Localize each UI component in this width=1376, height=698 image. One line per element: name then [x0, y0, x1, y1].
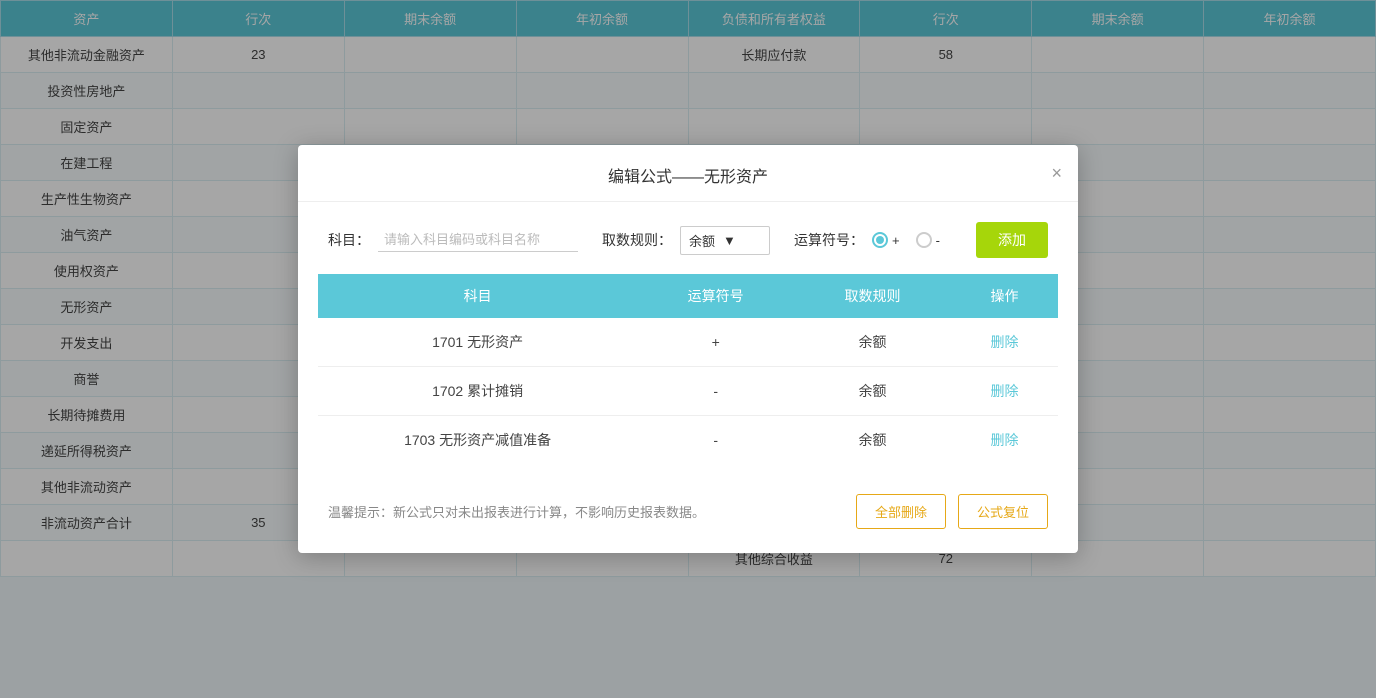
table-row: 1703 无形资产减值准备-余额 删除: [318, 416, 1058, 465]
delete-all-button[interactable]: 全部删除: [856, 494, 946, 529]
modal-overlay: 编辑公式——无形资产 × 科目： 取数规则： 余额 ▼ 运算符号：: [0, 0, 1376, 698]
formula-table: 科目运算符号取数规则操作 1701 无形资产+余额删除1702 累计摊销-余额删…: [318, 274, 1058, 464]
formula-operator: +: [637, 318, 794, 367]
operator-minus-radio[interactable]: -: [916, 232, 940, 248]
formula-subject: 1703 无形资产减值准备: [318, 416, 637, 465]
chevron-down-icon: ▼: [723, 233, 736, 248]
formula-rule: 余额: [794, 416, 951, 465]
formula-operator: -: [637, 416, 794, 465]
rule-group: 取数规则： 余额 ▼: [602, 226, 770, 255]
formula-subject: 1701 无形资产: [318, 318, 637, 367]
delete-row-link[interactable]: 删除: [991, 432, 1019, 448]
rule-value: 余额: [689, 231, 715, 250]
delete-row-link[interactable]: 删除: [991, 383, 1019, 399]
modal-close-button[interactable]: ×: [1051, 164, 1062, 182]
subject-group: 科目：: [328, 228, 578, 252]
edit-formula-modal: 编辑公式——无形资产 × 科目： 取数规则： 余额 ▼ 运算符号：: [298, 145, 1078, 553]
operator-plus-radio[interactable]: +: [872, 232, 900, 248]
radio-plus-icon: [872, 232, 888, 248]
formula-action: 删除: [951, 367, 1058, 416]
page-background: 资产行次期末余额年初余额负债和所有者权益行次期末余额年初余额 其他非流动金融资产…: [0, 0, 1376, 698]
radio-minus-icon: [916, 232, 932, 248]
operator-plus-label: +: [892, 233, 900, 248]
formula-table-header: 取数规则: [794, 274, 951, 318]
footer-buttons: 全部删除 公式复位: [856, 494, 1048, 529]
subject-label: 科目：: [328, 230, 370, 250]
formula-rule: 余额: [794, 318, 951, 367]
modal-title: 编辑公式——无形资产: [608, 163, 768, 187]
formula-operator: -: [637, 367, 794, 416]
operator-group: 运算符号： + -: [794, 230, 940, 250]
formula-table-header: 操作: [951, 274, 1058, 318]
rule-select[interactable]: 余额 ▼: [680, 226, 770, 255]
formula-rule: 余额: [794, 367, 951, 416]
formula-action: 删除: [951, 416, 1058, 465]
formula-table-header: 科目: [318, 274, 637, 318]
table-row: 1701 无形资产+余额 删除: [318, 318, 1058, 367]
delete-row-link[interactable]: 删除: [991, 334, 1019, 350]
add-button[interactable]: 添加: [976, 222, 1048, 258]
rule-label: 取数规则：: [602, 230, 672, 250]
modal-footer: 温馨提示：新公式只对未出报表进行计算，不影响历史报表数据。 全部删除 公式复位: [298, 480, 1078, 533]
operator-radio-group: + -: [872, 232, 940, 248]
formula-table-wrap: 科目运算符号取数规则操作 1701 无形资产+余额删除1702 累计摊销-余额删…: [298, 274, 1078, 464]
subject-input[interactable]: [378, 228, 578, 252]
form-row: 科目： 取数规则： 余额 ▼ 运算符号： +: [298, 202, 1078, 274]
operator-label: 运算符号：: [794, 230, 864, 250]
table-row: 1702 累计摊销-余额 删除: [318, 367, 1058, 416]
formula-action: 删除: [951, 318, 1058, 367]
reset-formula-button[interactable]: 公式复位: [958, 494, 1048, 529]
formula-table-header: 运算符号: [637, 274, 794, 318]
modal-header: 编辑公式——无形资产 ×: [298, 145, 1078, 202]
formula-subject: 1702 累计摊销: [318, 367, 637, 416]
operator-minus-label: -: [936, 233, 940, 248]
footer-hint: 温馨提示：新公式只对未出报表进行计算，不影响历史报表数据。: [328, 502, 705, 521]
